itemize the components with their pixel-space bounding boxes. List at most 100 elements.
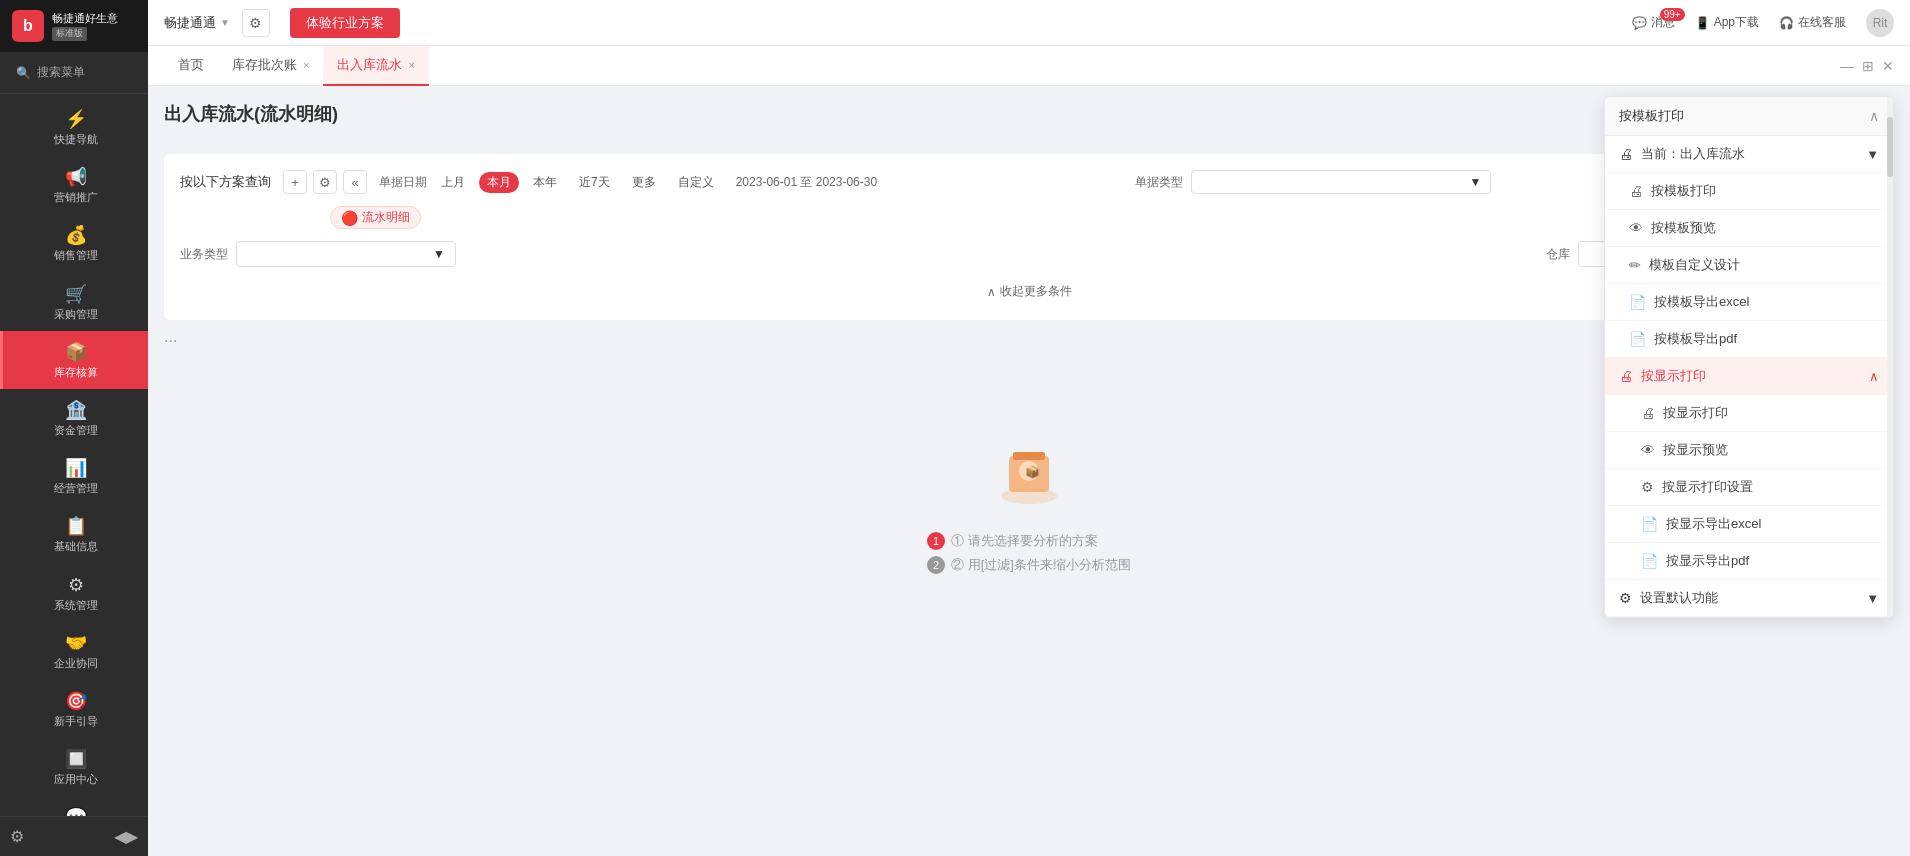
current-template-icon: 🖨 — [1619, 146, 1633, 162]
appstore-icon: 🔲 — [65, 748, 87, 770]
display-section-arrow: ∧ — [1869, 369, 1879, 384]
sidebar-item-sales[interactable]: 💰 销售管理 — [0, 214, 148, 272]
sidebar-item-finance[interactable]: 🏦 资金管理 — [0, 389, 148, 447]
date-tab-last-month[interactable]: 上月 — [433, 172, 473, 193]
sidebar-item-label: 快捷导航 — [54, 133, 98, 146]
date-tab-this-month[interactable]: 本月 — [479, 172, 519, 193]
sidebar-logo: b 畅捷通好生意 标准版 — [0, 0, 148, 52]
tab-flow-close[interactable]: × — [408, 59, 414, 71]
template-custom-icon: ✏ — [1629, 257, 1641, 273]
tab-batch-close[interactable]: × — [303, 59, 309, 71]
tab-batch[interactable]: 库存批次账 × — [218, 46, 323, 86]
quick-nav-icon: ⚡ — [65, 108, 87, 130]
more-options-icon[interactable]: ··· — [164, 332, 177, 364]
collapse-icon: « — [351, 175, 358, 190]
sidebar-item-inventory[interactable]: 📦 库存核算 — [0, 331, 148, 389]
finance-icon: 🏦 — [65, 399, 87, 421]
tabs-bar: 首页 库存批次账 × 出入库流水 × — ⊞ ✕ — [148, 46, 1910, 86]
template-excel-item-label: 按模板导出excel — [1654, 293, 1749, 311]
sidebar-item-system[interactable]: ⚙ 系统管理 — [0, 564, 148, 622]
tab-flow[interactable]: 出入库流水 × — [323, 46, 428, 86]
collapse-up-icon: ∧ — [987, 285, 996, 299]
template-excel-item[interactable]: 📄 按模板导出excel — [1605, 284, 1893, 321]
empty-hint-text-2: ② 用[过滤]条件来缩小分析范围 — [951, 556, 1131, 574]
template-print-item[interactable]: 🖨 按模板打印 — [1605, 173, 1893, 210]
display-excel-item-label: 按显示导出excel — [1666, 515, 1761, 533]
display-settings-icon: ⚙ — [1641, 479, 1654, 495]
tab-home[interactable]: 首页 — [164, 46, 218, 86]
date-tab-custom[interactable]: 自定义 — [670, 172, 722, 193]
filter-settings-button[interactable]: ⚙ — [313, 170, 337, 194]
date-tab-last-7[interactable]: 近7天 — [571, 172, 618, 193]
display-preview-item[interactable]: 👁 按显示预览 — [1605, 432, 1893, 469]
display-section-label: 按显示打印 — [1641, 367, 1706, 385]
collapse-sidebar-icon[interactable]: ◀▶ — [114, 827, 138, 846]
user-avatar[interactable]: Rit — [1866, 9, 1894, 37]
sidebar-item-marketing[interactable]: 📢 营销推广 — [0, 156, 148, 214]
system-icon: ⚙ — [68, 574, 84, 596]
display-pdf-item[interactable]: 📄 按显示导出pdf — [1605, 543, 1893, 580]
template-pdf-icon: 📄 — [1629, 331, 1646, 347]
sidebar-item-purchase[interactable]: 🛒 采购管理 — [0, 273, 148, 331]
tab-batch-label: 库存批次账 — [232, 56, 297, 74]
app-download-button[interactable]: 📱 App下载 — [1695, 14, 1759, 31]
filter-tag-water[interactable]: 🔴 流水明细 — [330, 206, 421, 229]
template-custom-item[interactable]: ✏ 模板自定义设计 — [1605, 247, 1893, 284]
filter-tag-label: 流水明细 — [362, 209, 410, 226]
sidebar-item-label: 系统管理 — [54, 599, 98, 612]
filter-collapse-button[interactable]: « — [343, 170, 367, 194]
display-excel-item[interactable]: 📄 按显示导出excel — [1605, 506, 1893, 543]
date-tab-more[interactable]: 更多 — [624, 172, 664, 193]
collapse-btn-label: 收起更多条件 — [1000, 283, 1072, 300]
sidebar-item-label: 新手引导 — [54, 715, 98, 728]
settings-bottom-icon[interactable]: ⚙ — [10, 827, 24, 846]
message-badge: 99+ — [1660, 8, 1685, 21]
sidebar-item-operation[interactable]: 📊 经营管理 — [0, 447, 148, 505]
sales-icon: 💰 — [65, 224, 87, 246]
display-pdf-icon: 📄 — [1641, 553, 1658, 569]
template-pdf-item[interactable]: 📄 按模板导出pdf — [1605, 321, 1893, 358]
tab-home-label: 首页 — [178, 56, 204, 74]
template-print-icon: 🖨 — [1629, 183, 1643, 199]
close-tab-button[interactable]: ✕ — [1882, 58, 1894, 74]
topbar: 畅捷通通 ▼ ⚙ 体验行业方案 💬 消息 99+ 📱 App下载 🎧 在线客服 — [148, 0, 1910, 46]
filter-add-button[interactable]: + — [283, 170, 307, 194]
guide-icon: 🎯 — [65, 690, 87, 712]
sidebar-item-cooperation[interactable]: 🤝 企业协同 — [0, 622, 148, 680]
tab-resize-buttons: — ⊞ ✕ — [1840, 58, 1894, 74]
date-filter: 单据日期 上月 本月 本年 近7天 更多 自定义 2023-06-01 至 20… — [379, 172, 1123, 193]
message-button[interactable]: 💬 消息 99+ — [1632, 14, 1675, 31]
date-range-text: 2023-06-01 至 2023-06-30 — [736, 174, 877, 191]
empty-hint-2: 2 ② 用[过滤]条件来缩小分析范围 — [927, 556, 1131, 574]
sidebar-item-basic[interactable]: 📋 基础信息 — [0, 505, 148, 563]
dropdown-expand-icon[interactable]: ∧ — [1869, 108, 1879, 124]
record-type-select[interactable]: ▼ — [1191, 170, 1491, 194]
template-preview-item[interactable]: 👁 按模板预览 — [1605, 210, 1893, 247]
dropdown-header-icons: ∧ — [1869, 108, 1879, 124]
sidebar-search[interactable]: 🔍 搜索菜单 — [0, 52, 148, 94]
default-settings-section[interactable]: ⚙ 设置默认功能 ▼ — [1605, 580, 1893, 617]
username-text: 畅捷通通 — [164, 14, 216, 32]
empty-illustration: 📦 — [989, 436, 1069, 516]
app-name: 畅捷通好生意 — [52, 11, 118, 25]
sidebar-item-wechat[interactable]: 💬 企业微信 — [0, 796, 148, 816]
online-service-button[interactable]: 🎧 在线客服 — [1779, 14, 1846, 31]
date-tab-this-year[interactable]: 本年 — [525, 172, 565, 193]
maximize-button[interactable]: ⊞ — [1862, 58, 1874, 74]
username-dropdown[interactable]: 畅捷通通 ▼ — [164, 14, 230, 32]
scrollbar-thumb[interactable] — [1887, 117, 1893, 177]
display-print-section[interactable]: 🖨 按显示打印 ∧ — [1605, 358, 1893, 395]
dropdown-scrollbar[interactable] — [1887, 97, 1893, 617]
business-type-select[interactable]: ▼ — [236, 241, 456, 267]
search-menu-button[interactable]: 🔍 搜索菜单 — [10, 60, 138, 85]
sidebar-item-quick-nav[interactable]: ⚡ 快捷导航 — [0, 98, 148, 156]
display-settings-item[interactable]: ⚙ 按显示打印设置 — [1605, 469, 1893, 506]
minimize-button[interactable]: — — [1840, 58, 1854, 74]
gear-button[interactable]: ⚙ — [242, 9, 270, 37]
current-template-section[interactable]: 🖨 当前：出入库流水 ▼ — [1605, 136, 1893, 173]
sidebar-item-guide[interactable]: 🎯 新手引导 — [0, 680, 148, 738]
display-print-item[interactable]: 🖨 按显示打印 — [1605, 395, 1893, 432]
sidebar-item-appstore[interactable]: 🔲 应用中心 — [0, 738, 148, 796]
operation-icon: 📊 — [65, 457, 87, 479]
trial-button[interactable]: 体验行业方案 — [290, 8, 400, 38]
